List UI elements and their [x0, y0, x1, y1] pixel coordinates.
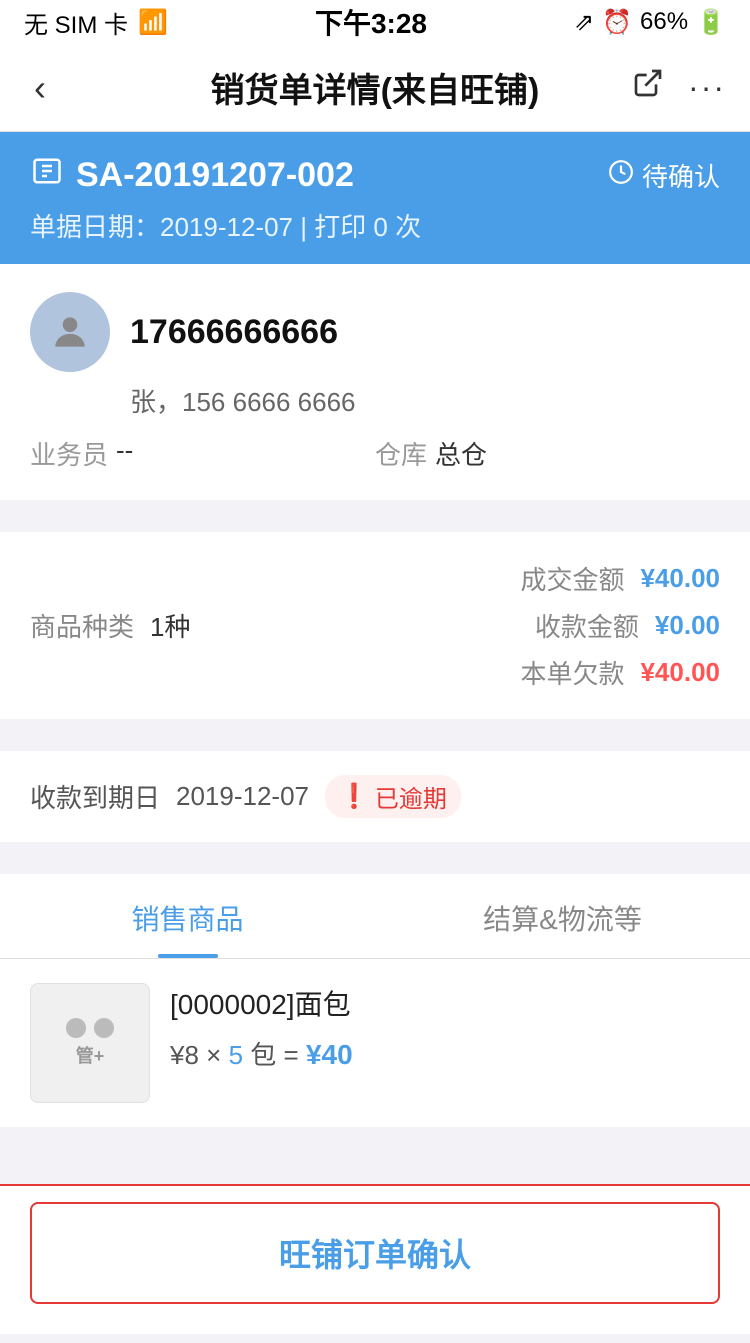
product-info: [0000002]面包 ¥8 × 5 包 = ¥40 — [170, 983, 720, 1072]
product-name: [0000002]面包 — [170, 983, 720, 1023]
order-icon — [30, 156, 64, 195]
status-time: 下午3:28 — [315, 2, 427, 42]
type-label: 商品种类 — [30, 607, 134, 644]
tab-sales-product[interactable]: 销售商品 — [0, 874, 375, 958]
owl-eye-left — [66, 1018, 86, 1038]
total-value: ¥40 — [306, 1039, 353, 1070]
order-id: SA-20191207-002 — [30, 156, 354, 195]
warehouse-value: 总仓 — [435, 435, 487, 472]
sales-value: -- — [116, 435, 133, 472]
customer-detail: 张，156 6666 6666 — [30, 382, 720, 419]
received-label: 收款金额 — [535, 607, 639, 644]
product-type: 商品种类 1种 — [30, 560, 520, 691]
amount-row: 成交金额 ¥40.00 — [520, 560, 720, 597]
more-icon[interactable]: ··· — [688, 69, 726, 106]
battery-icon: 🔋 — [696, 8, 726, 37]
received-row: 收款金额 ¥0.00 — [535, 607, 720, 644]
order-header: SA-20191207-002 待确认 单据日期：2019-12-07 | 打印… — [0, 132, 750, 264]
customer-meta: 业务员 -- 仓库 总仓 — [30, 435, 720, 472]
confirm-button[interactable]: 旺铺订单确认 — [30, 1202, 720, 1304]
status-text: 待确认 — [642, 157, 720, 194]
avatar — [30, 292, 110, 372]
price-value: ¥8 — [170, 1040, 199, 1070]
type-value: 1种 — [150, 607, 190, 644]
due-label: 收款到期日 — [30, 778, 160, 815]
owed-label: 本单欠款 — [520, 654, 624, 691]
warehouse-label: 仓库 — [375, 435, 427, 472]
product-thumbnail: 管+ — [30, 983, 150, 1103]
divider-1 — [0, 516, 750, 532]
qty-value: 5 — [229, 1040, 243, 1070]
overdue-text: 已逾期 — [375, 779, 447, 814]
bottom-bar: 旺铺订单确认 — [0, 1184, 750, 1334]
order-id-row: SA-20191207-002 待确认 — [30, 156, 720, 195]
amount-value: ¥40.00 — [640, 563, 720, 594]
due-section: 收款到期日 2019-12-07 ❗ 已逾期 — [0, 751, 750, 842]
warehouse-item: 仓库 总仓 — [375, 435, 720, 472]
unit: 包 — [250, 1040, 276, 1070]
amounts: 成交金额 ¥40.00 收款金额 ¥0.00 本单欠款 ¥40.00 — [520, 560, 720, 691]
no-sim-text: 无 SIM 卡 — [24, 5, 128, 40]
alarm-icon: ⏰ — [602, 8, 632, 37]
status-clock-icon — [608, 159, 634, 192]
product-section: 管+ [0000002]面包 ¥8 × 5 包 = ¥40 — [0, 959, 750, 1127]
due-date: 2019-12-07 — [176, 781, 309, 812]
page-title: 销货单详情(来自旺铺) — [211, 63, 540, 112]
tab-section: 销售商品 结算&物流等 — [0, 874, 750, 959]
share-icon[interactable] — [632, 67, 664, 108]
back-button[interactable]: ‹ — [24, 57, 56, 119]
product-price: ¥8 × 5 包 = ¥40 — [170, 1035, 720, 1072]
status-right: ⇗ ⏰ 66% 🔋 — [574, 8, 726, 37]
wifi-icon: 📶 — [138, 8, 168, 37]
owl-label: 管+ — [76, 1042, 105, 1068]
location-icon: ⇗ — [574, 8, 594, 37]
overdue-badge: ❗ 已逾期 — [325, 775, 461, 818]
divider-2 — [0, 735, 750, 751]
order-date: 单据日期：2019-12-07 | 打印 0 次 — [30, 207, 720, 244]
sales-item: 业务员 -- — [30, 435, 375, 472]
nav-bar: ‹ 销货单详情(来自旺铺) ··· — [0, 44, 750, 132]
owl-eyes — [66, 1018, 114, 1038]
equals-sign: = — [284, 1040, 306, 1070]
overdue-icon: ❗ — [339, 782, 369, 811]
order-status: 待确认 — [608, 157, 720, 194]
received-value: ¥0.00 — [655, 610, 720, 641]
tab-settlement[interactable]: 结算&物流等 — [375, 874, 750, 958]
owed-row: 本单欠款 ¥40.00 — [520, 654, 720, 691]
status-bar: 无 SIM 卡 📶 下午3:28 ⇗ ⏰ 66% 🔋 — [0, 0, 750, 44]
product-item: 管+ [0000002]面包 ¥8 × 5 包 = ¥40 — [30, 983, 720, 1103]
customer-row: 17666666666 — [30, 292, 720, 372]
multiply-sign: × — [206, 1040, 228, 1070]
summary-section: 商品种类 1种 成交金额 ¥40.00 收款金额 ¥0.00 本单欠款 ¥40.… — [0, 532, 750, 719]
owed-value: ¥40.00 — [640, 657, 720, 688]
sales-label: 业务员 — [30, 435, 108, 472]
amount-label: 成交金额 — [520, 560, 624, 597]
customer-section: 17666666666 张，156 6666 6666 业务员 -- 仓库 总仓 — [0, 264, 750, 500]
owl-eye-right — [94, 1018, 114, 1038]
divider-3 — [0, 858, 750, 874]
customer-phone: 17666666666 — [130, 313, 338, 352]
nav-actions: ··· — [632, 67, 726, 108]
battery-text: 66% — [640, 8, 688, 36]
product-logo: 管+ — [66, 1018, 114, 1068]
status-left: 无 SIM 卡 📶 — [24, 5, 168, 40]
tab-bar: 销售商品 结算&物流等 — [0, 874, 750, 959]
